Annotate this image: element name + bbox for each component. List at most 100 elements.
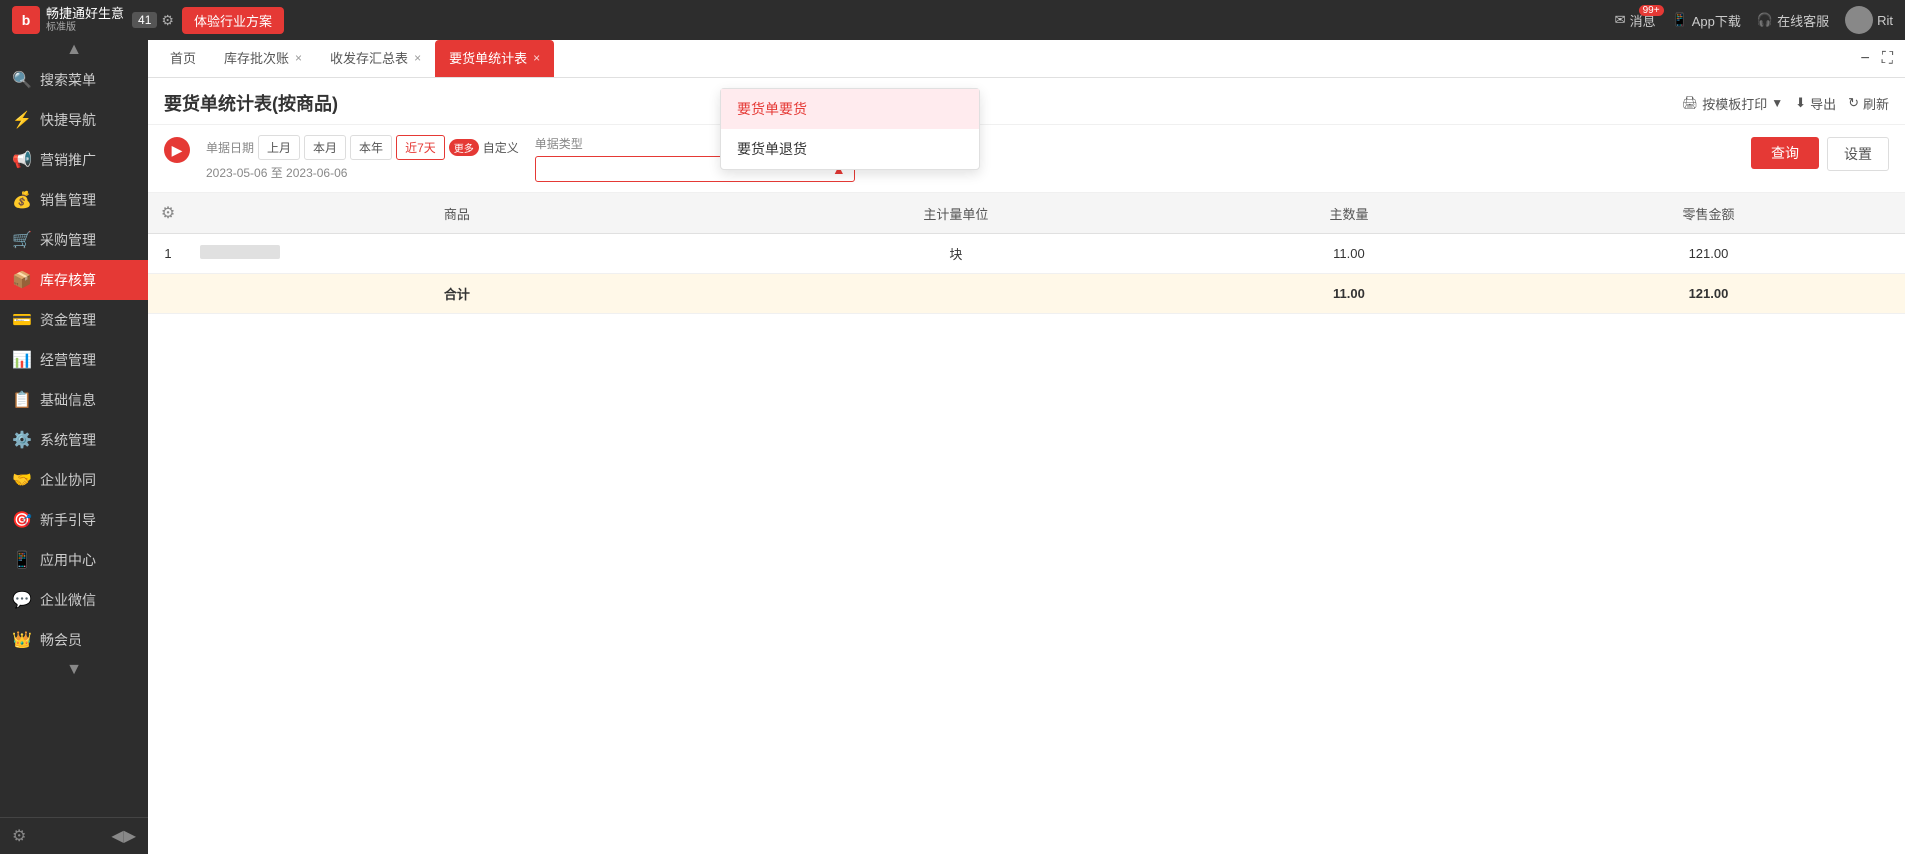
messages-btn[interactable]: ✉ 消息 99+ — [1615, 11, 1656, 30]
type-dropdown: 要货单要货 要货单退货 — [720, 88, 980, 170]
finance-icon: 💳 — [12, 310, 32, 330]
search-icon: 🔍 — [12, 70, 32, 90]
export-btn[interactable]: ⬇ 导出 — [1795, 94, 1836, 113]
sidebar-item-system[interactable]: ⚙️ 系统管理 — [0, 420, 148, 460]
sidebar-item-sales[interactable]: 💰 销售管理 — [0, 180, 148, 220]
th-settings[interactable]: ⚙ — [148, 193, 188, 234]
date-more-badge[interactable]: 更多 — [449, 139, 479, 156]
tab-collapse-icon[interactable]: − — [1856, 48, 1873, 70]
refresh-btn[interactable]: ↻ 刷新 — [1848, 94, 1889, 113]
refresh-icon: ↻ — [1848, 95, 1859, 111]
member-icon: 👑 — [12, 630, 32, 650]
th-unit: 主计量单位 — [726, 193, 1186, 234]
btn-this-year[interactable]: 本年 — [350, 135, 392, 160]
sidebar-label-enterprise: 企业协同 — [40, 470, 96, 490]
date-label: 单据日期 — [206, 139, 254, 156]
sidebar-item-purchase[interactable]: 🛒 采购管理 — [0, 220, 148, 260]
headset-icon: 🎧 — [1757, 12, 1773, 28]
setting-btn[interactable]: 设置 — [1827, 137, 1889, 171]
btn-last-7-days[interactable]: 近7天 — [396, 135, 445, 160]
cell-index: 1 — [148, 234, 188, 274]
cell-amount: 121.00 — [1512, 234, 1905, 274]
sidebar-label-quick-nav: 快捷导航 — [40, 110, 96, 130]
tab-close-order-stats[interactable]: × — [533, 51, 540, 65]
sidebar-item-search[interactable]: 🔍 搜索菜单 — [0, 60, 148, 100]
sidebar-item-guide[interactable]: 🎯 新手引导 — [0, 500, 148, 540]
btn-custom-date[interactable]: 自定义 — [483, 139, 519, 156]
filter-actions: 查询 设置 — [1751, 135, 1889, 171]
th-quantity: 主数量 — [1186, 193, 1512, 234]
table-body: 1 块 11.00 121.00 — [148, 234, 1905, 274]
table-settings-icon[interactable]: ⚙ — [161, 205, 175, 222]
content-area: 首页 库存批次账 × 收发存汇总表 × 要货单统计表 × − ⛶ — [148, 40, 1905, 854]
page-header: 要货单统计表(按商品) 🖨 按模板打印 ▼ ⬇ 导出 ↻ — [148, 78, 1905, 125]
sidebar-bottom: ⚙ ◀▶ — [0, 817, 148, 854]
tab-nav-actions: − ⛶ — [1856, 48, 1897, 70]
marketing-icon: 📢 — [12, 150, 32, 170]
sidebar-item-enterprise-wechat[interactable]: 💬 企业微信 — [0, 580, 148, 620]
sidebar-item-operations[interactable]: 📊 经营管理 — [0, 340, 148, 380]
sidebar-settings-icon[interactable]: ⚙ — [12, 826, 26, 846]
tab-receive-summary[interactable]: 收发存汇总表 × — [316, 40, 435, 77]
page-inner: 要货单统计表(按商品) 🖨 按模板打印 ▼ ⬇ 导出 ↻ — [148, 78, 1905, 854]
sidebar-label-inventory: 库存核算 — [40, 270, 96, 290]
footer-quantity: 11.00 — [1186, 274, 1512, 314]
online-service-btn[interactable]: 🎧 在线客服 — [1757, 11, 1829, 30]
sidebar-item-enterprise[interactable]: 🤝 企业协同 — [0, 460, 148, 500]
base-info-icon: 📋 — [12, 390, 32, 410]
filter-date-group: 单据日期 上月 本月 本年 近7天 更多 自定义 2023-05-06 至 20… — [206, 135, 519, 181]
inventory-icon: 📦 — [12, 270, 32, 290]
tab-count-info: 41 — [132, 12, 157, 28]
main-layout: ▲ 🔍 搜索菜单 ⚡ 快捷导航 📢 营销推广 💰 销售管理 🛒 采购管理 📦 库… — [0, 40, 1905, 854]
guide-icon: 🎯 — [12, 510, 32, 530]
sidebar-item-base-info[interactable]: 📋 基础信息 — [0, 380, 148, 420]
page-content: 要货单统计表(按商品) 🖨 按模板打印 ▼ ⬇ 导出 ↻ — [148, 78, 1905, 854]
filter-date-row: 单据日期 上月 本月 本年 近7天 更多 自定义 — [206, 135, 519, 160]
industry-btn[interactable]: 体验行业方案 — [182, 7, 284, 34]
cell-quantity: 11.00 — [1186, 234, 1512, 274]
filter-expand-btn[interactable]: ▶ — [164, 137, 190, 163]
tab-close-inventory-batch[interactable]: × — [295, 51, 302, 65]
print-btn[interactable]: 🖨 按模板打印 ▼ — [1682, 94, 1783, 113]
sidebar-item-inventory[interactable]: 📦 库存核算 — [0, 260, 148, 300]
dropdown-item-order-return[interactable]: 要货单退货 — [721, 129, 979, 169]
filter-bar: ▶ 单据日期 上月 本月 本年 近7天 更多 自定义 2023-05-06 至 … — [148, 125, 1905, 193]
sidebar-scroll-down[interactable]: ▼ — [0, 660, 148, 680]
operations-icon: 📊 — [12, 350, 32, 370]
sidebar-label-enterprise-wechat: 企业微信 — [40, 590, 96, 610]
cell-unit: 块 — [726, 234, 1186, 274]
btn-this-month[interactable]: 本月 — [304, 135, 346, 160]
data-table: ⚙ 商品 主计量单位 主数量 零售金额 1 — [148, 193, 1905, 314]
app-center-icon: 📱 — [12, 550, 32, 570]
top-bar-left: b 畅捷通好生意 标准版 41 ⚙ 体验行业方案 — [12, 6, 284, 34]
sidebar-label-finance: 资金管理 — [40, 310, 96, 330]
tab-expand-icon[interactable]: ⛶ — [1878, 48, 1897, 70]
tab-home[interactable]: 首页 — [156, 40, 210, 77]
tab-inventory-batch[interactable]: 库存批次账 × — [210, 40, 316, 77]
table-footer: 合计 11.00 121.00 — [148, 274, 1905, 314]
app-download-btn[interactable]: 📱 App下载 — [1672, 11, 1741, 30]
dropdown-item-order-goods[interactable]: 要货单要货 — [721, 89, 979, 129]
sales-icon: 💰 — [12, 190, 32, 210]
purchase-icon: 🛒 — [12, 230, 32, 250]
btn-last-month[interactable]: 上月 — [258, 135, 300, 160]
table-row: 1 块 11.00 121.00 — [148, 234, 1905, 274]
sidebar-item-finance[interactable]: 💳 资金管理 — [0, 300, 148, 340]
sidebar-collapse-icon[interactable]: ◀▶ — [111, 826, 136, 846]
top-bar-right: ✉ 消息 99+ 📱 App下载 🎧 在线客服 Rit — [1615, 6, 1893, 34]
sidebar-item-member[interactable]: 👑 畅会员 — [0, 620, 148, 660]
sidebar-label-member: 畅会员 — [40, 630, 82, 650]
sidebar-item-marketing[interactable]: 📢 营销推广 — [0, 140, 148, 180]
footer-row: 合计 11.00 121.00 — [148, 274, 1905, 314]
sidebar-item-app-center[interactable]: 📱 应用中心 — [0, 540, 148, 580]
sidebar-scroll-up[interactable]: ▲ — [0, 40, 148, 60]
tab-order-stats[interactable]: 要货单统计表 × — [435, 40, 554, 77]
table-container: ⚙ 商品 主计量单位 主数量 零售金额 1 — [148, 193, 1905, 314]
user-avatar-area[interactable]: Rit — [1845, 6, 1893, 34]
tab-close-receive-summary[interactable]: × — [414, 51, 421, 65]
sidebar-item-quick-nav[interactable]: ⚡ 快捷导航 — [0, 100, 148, 140]
query-btn[interactable]: 查询 — [1751, 137, 1819, 169]
top-bar: b 畅捷通好生意 标准版 41 ⚙ 体验行业方案 ✉ 消息 99+ 📱 App下… — [0, 0, 1905, 40]
quick-nav-icon: ⚡ — [12, 110, 32, 130]
settings-icon[interactable]: ⚙ — [161, 12, 174, 29]
